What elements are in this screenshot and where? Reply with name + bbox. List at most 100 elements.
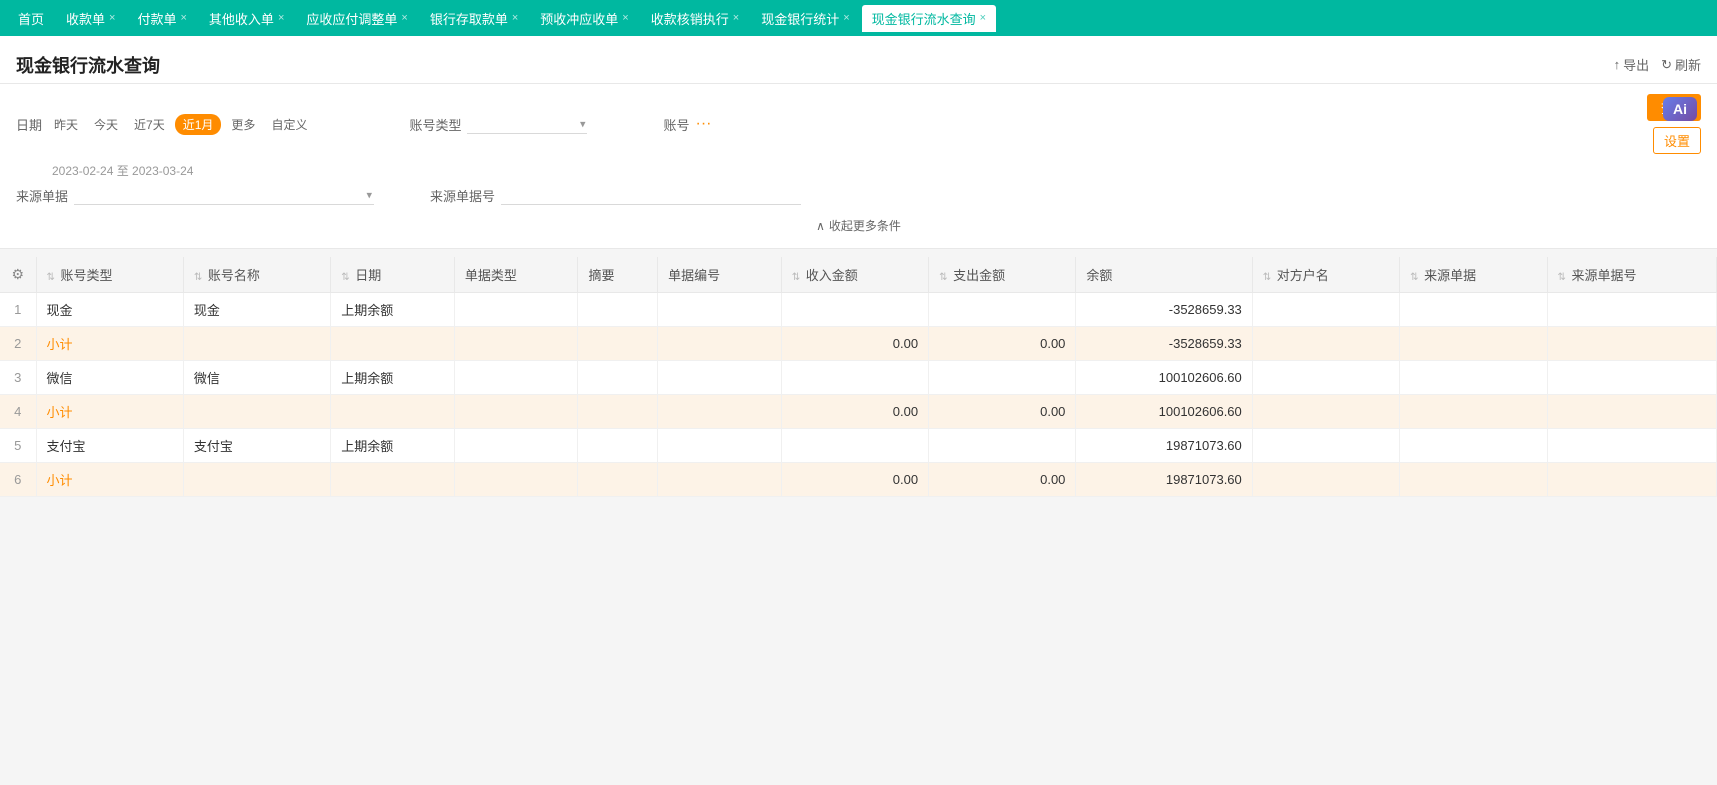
col-account-type[interactable]: ⇅ 账号类型 (36, 257, 183, 293)
sort-arrows-icon: ⇅ (1558, 272, 1566, 283)
cell-account-name: 支付宝 (183, 429, 330, 463)
table-row: 2小计0.000.00-3528659.33 (0, 327, 1717, 361)
cell-balance: 100102606.60 (1076, 395, 1252, 429)
nav-item-bank-deposit[interactable]: 银行存取款单 × (420, 5, 528, 32)
col-source-doc[interactable]: ⇅ 来源单据 (1400, 257, 1547, 293)
source-doc-no-filter-group: 来源单据号 (430, 185, 801, 205)
cell-doc-no (658, 293, 782, 327)
cell-balance: 19871073.60 (1076, 463, 1252, 497)
cell-source-doc-no (1547, 395, 1717, 429)
cell-account-type: 支付宝 (36, 429, 183, 463)
date-7days[interactable]: 近7天 (128, 114, 171, 135)
collapse-more: ∧ 收起更多条件 (16, 213, 1701, 238)
close-icon[interactable]: × (109, 12, 115, 24)
date-1month[interactable]: 近1月 (175, 114, 222, 135)
nav-item-collection[interactable]: 收款核销执行 × (641, 5, 749, 32)
cell-source-doc (1400, 293, 1547, 327)
page-title: 现金银行流水查询 (16, 52, 160, 78)
table-row: 3微信微信上期余额100102606.60 (0, 361, 1717, 395)
sort-arrows-icon: ⇅ (341, 272, 349, 283)
date-range-display: 2023-02-24 至 2023-03-24 (52, 162, 1701, 179)
account-type-filter-group: 账号类型 现金 微信 支付宝 (409, 114, 587, 134)
col-expense[interactable]: ⇅ 支出金额 (929, 257, 1076, 293)
row-number: 4 (0, 395, 36, 429)
cell-summary (578, 395, 658, 429)
cell-source-doc (1400, 361, 1547, 395)
sort-arrows-icon: ⇅ (1263, 272, 1271, 283)
source-doc-no-input[interactable] (501, 185, 801, 205)
date-custom[interactable]: 自定义 (265, 114, 313, 135)
nav-item-other-income[interactable]: 其他收入单 × (199, 5, 294, 32)
cell-doc-no (658, 395, 782, 429)
col-doc-type: 单据类型 (454, 257, 578, 293)
export-button[interactable]: ↑ 导出 (1614, 55, 1650, 74)
nav-item-payment[interactable]: 付款单 × (127, 5, 196, 32)
cell-income (781, 361, 928, 395)
cell-counterpart (1252, 361, 1399, 395)
cell-doc-type (454, 463, 578, 497)
cell-date: 上期余额 (331, 293, 455, 327)
settings-button[interactable]: 设置 (1653, 127, 1701, 154)
cell-expense: 0.00 (929, 463, 1076, 497)
cell-account-name (183, 327, 330, 361)
nav-item-cash-stats[interactable]: 现金银行统计 × (751, 5, 859, 32)
row-number: 6 (0, 463, 36, 497)
cell-counterpart (1252, 395, 1399, 429)
nav-item-receipt[interactable]: 收款单 × (56, 5, 125, 32)
source-doc-select[interactable] (74, 185, 374, 205)
cell-income (781, 293, 928, 327)
sort-arrows-icon: ⇅ (1410, 272, 1418, 283)
nav-item-adjustment[interactable]: 应收应付调整单 × (296, 5, 417, 32)
collapse-up-icon: ∧ (816, 219, 825, 233)
nav-item-cash-flow[interactable]: 现金银行流水查询 × (862, 5, 996, 32)
col-source-doc-no[interactable]: ⇅ 来源单据号 (1547, 257, 1717, 293)
cell-doc-type (454, 293, 578, 327)
account-dots[interactable]: ··· (695, 115, 711, 133)
col-counterpart[interactable]: ⇅ 对方户名 (1252, 257, 1399, 293)
nav-item-home[interactable]: 首页 (8, 5, 54, 32)
close-icon[interactable]: × (180, 12, 186, 24)
close-icon[interactable]: × (622, 12, 628, 24)
table-settings-icon[interactable]: ⚙ (11, 266, 24, 282)
date-yesterday[interactable]: 昨天 (48, 114, 84, 135)
cell-doc-type (454, 429, 578, 463)
cell-source-doc (1400, 395, 1547, 429)
close-icon[interactable]: × (843, 12, 849, 24)
header-actions: ↑ 导出 ↻ 刷新 (1614, 55, 1701, 74)
date-more[interactable]: 更多 (225, 114, 261, 135)
close-icon[interactable]: × (512, 12, 518, 24)
date-today[interactable]: 今天 (88, 114, 124, 135)
nav-item-advance[interactable]: 预收冲应收单 × (530, 5, 638, 32)
close-icon[interactable]: × (733, 12, 739, 24)
close-icon[interactable]: × (401, 12, 407, 24)
close-icon[interactable]: × (980, 12, 986, 24)
col-income[interactable]: ⇅ 收入金额 (781, 257, 928, 293)
cell-summary (578, 293, 658, 327)
ai-badge[interactable]: Ai (1663, 97, 1697, 121)
table-body: 1现金现金上期余额-3528659.332小计0.000.00-3528659.… (0, 293, 1717, 497)
cell-income: 0.00 (781, 395, 928, 429)
page-header: 现金银行流水查询 ↑ 导出 ↻ 刷新 (0, 36, 1717, 84)
cell-source-doc-no (1547, 361, 1717, 395)
account-type-select[interactable]: 现金 微信 支付宝 (467, 114, 587, 134)
export-icon: ↑ (1614, 57, 1621, 72)
cell-date (331, 327, 455, 361)
cell-account-type: 现金 (36, 293, 183, 327)
cell-source-doc-no (1547, 429, 1717, 463)
date-shortcuts: 昨天 今天 近7天 近1月 更多 自定义 (48, 114, 313, 135)
sort-arrows-icon: ⇅ (792, 272, 800, 283)
account-type-label: 账号类型 (409, 115, 461, 134)
close-icon[interactable]: × (278, 12, 284, 24)
col-account-name[interactable]: ⇅ 账号名称 (183, 257, 330, 293)
cell-account-name: 现金 (183, 293, 330, 327)
account-filter-group: 账号 ··· (663, 115, 711, 134)
cell-balance: 19871073.60 (1076, 429, 1252, 463)
col-date[interactable]: ⇅ 日期 (331, 257, 455, 293)
collapse-button[interactable]: ∧ 收起更多条件 (816, 217, 901, 234)
refresh-button[interactable]: ↻ 刷新 (1661, 55, 1701, 74)
cell-doc-no (658, 429, 782, 463)
cell-expense: 0.00 (929, 327, 1076, 361)
table-container: ⚙ ⇅ 账号类型 ⇅ 账号名称 ⇅ 日期 单据类型 摘要 (0, 257, 1717, 497)
col-settings: ⚙ (0, 257, 36, 293)
cell-doc-type (454, 395, 578, 429)
